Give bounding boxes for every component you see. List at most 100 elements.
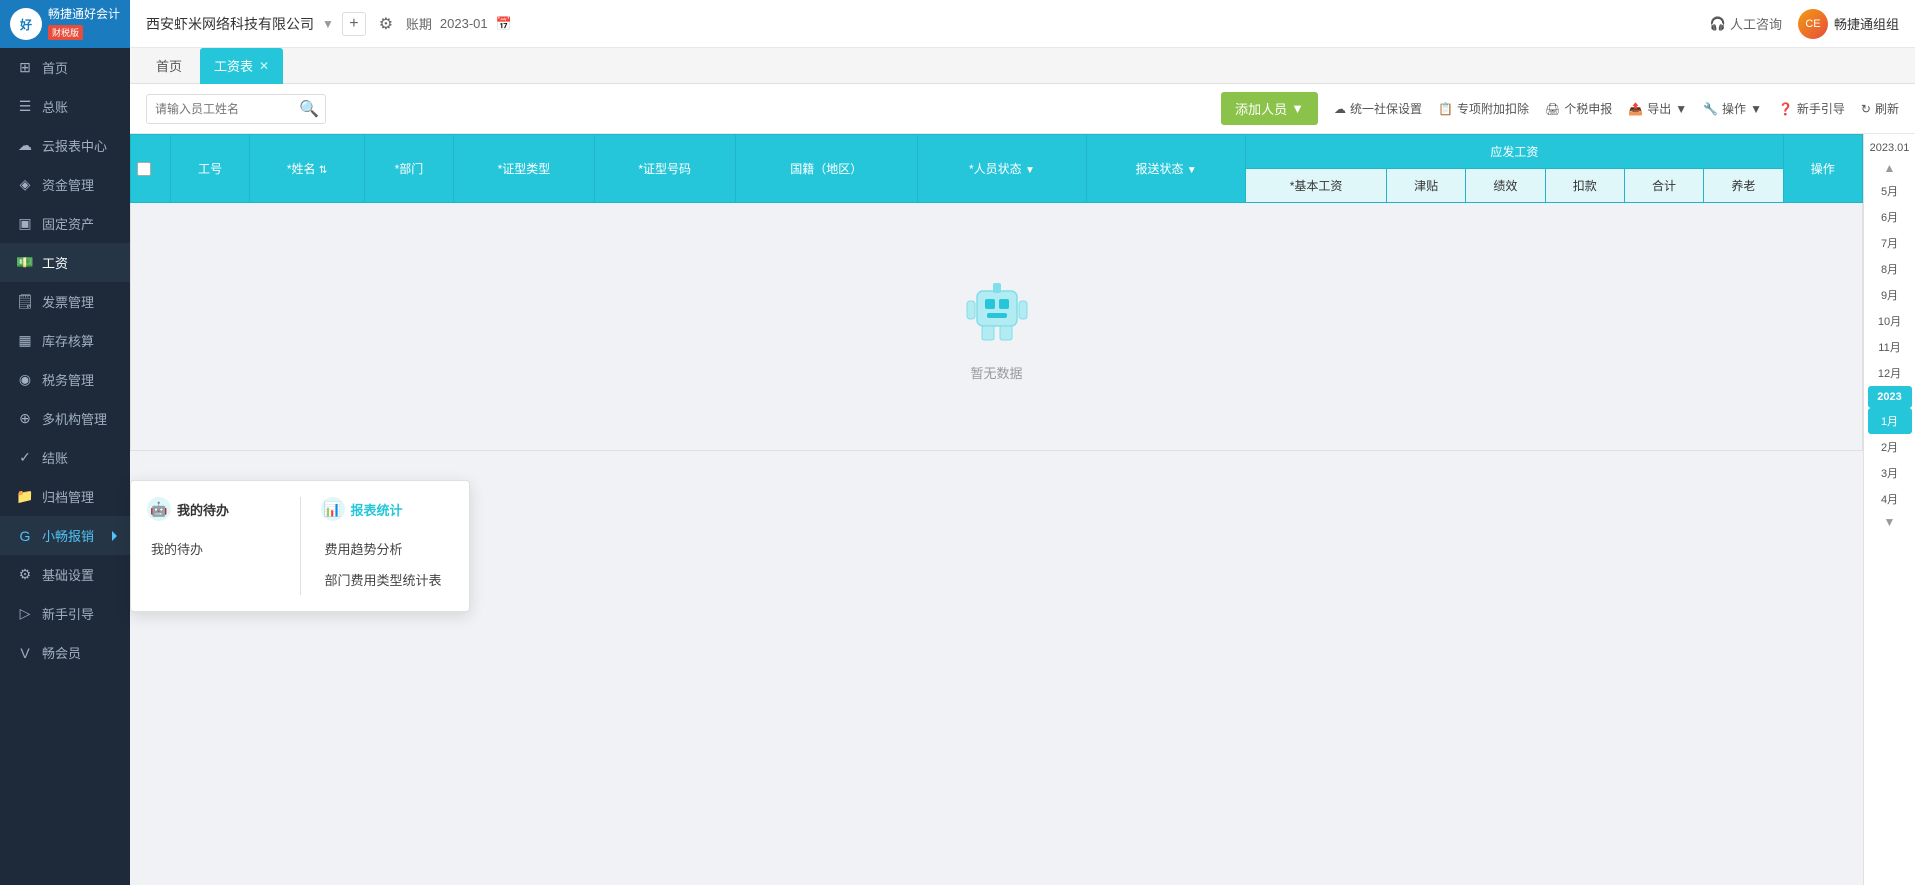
name-sort-icon[interactable]: ⇅ xyxy=(319,165,327,176)
invoice-icon: 🗒 xyxy=(16,293,34,310)
empty-text: 暂无数据 xyxy=(970,363,1022,382)
special-deduction-button[interactable]: 📋 专项附加扣除 xyxy=(1438,100,1529,117)
new-guide-toolbar-button[interactable]: ❓ 新手引导 xyxy=(1778,100,1845,117)
refresh-icon: ↻ xyxy=(1861,102,1871,116)
search-icon[interactable]: 🔍 xyxy=(299,99,319,119)
personnel-status-header: *人员状态 ▼ xyxy=(917,135,1086,203)
sidebar-item-xiaochang[interactable]: G 小畅报销 xyxy=(0,516,130,555)
sidebar-item-assets[interactable]: ▣ 固定资产 xyxy=(0,204,130,243)
individual-tax-icon: 🖨 xyxy=(1545,102,1560,116)
add-person-button[interactable]: 添加人员 ▼ xyxy=(1221,92,1318,125)
sidebar-item-basic-settings[interactable]: ⚙ 基础设置 xyxy=(0,555,130,594)
settlement-icon: ✓ xyxy=(16,449,34,466)
month-4[interactable]: 4月 xyxy=(1868,486,1912,512)
year-2023[interactable]: 2023 xyxy=(1868,386,1912,408)
popup-item-my-todo[interactable]: 我的待办 xyxy=(147,533,280,564)
year-label-top: 2023.01 xyxy=(1868,138,1912,158)
new-guide-toolbar-icon: ❓ xyxy=(1778,102,1793,116)
sidebar-item-member[interactable]: V 畅会员 xyxy=(0,633,130,672)
name-header: *姓名 ⇅ xyxy=(250,135,364,203)
popup-menu: 🤖 我的待办 我的待办 📊 报表统计 费用趋势分析 部门费用类型统计表 xyxy=(130,480,470,612)
popup-col-2: 📊 报表统计 费用趋势分析 部门费用类型统计表 xyxy=(321,497,454,595)
header-add-button[interactable]: + xyxy=(342,12,366,36)
sidebar-item-home[interactable]: ⊞ 首页 xyxy=(0,48,130,87)
operations-header: 操作 xyxy=(1783,135,1862,203)
sidebar-item-general-ledger[interactable]: ☰ 总账 xyxy=(0,87,130,126)
popup-item-expense-trend[interactable]: 费用趋势分析 xyxy=(321,533,454,564)
logo-icon: 好 xyxy=(10,8,42,40)
company-name: 西安虾米网络科技有限公司 xyxy=(146,14,314,34)
sidebar-logo: 好 畅捷通好会计 财税版 xyxy=(0,0,130,48)
month-8[interactable]: 8月 xyxy=(1868,256,1912,282)
month-7[interactable]: 7月 xyxy=(1868,230,1912,256)
personnel-filter-icon[interactable]: ▼ xyxy=(1025,165,1035,176)
id-number-header: *证型号码 xyxy=(594,135,735,203)
month-6[interactable]: 6月 xyxy=(1868,204,1912,230)
popup-col2-icon: 📊 xyxy=(321,497,345,521)
popup-col-1: 🤖 我的待办 我的待办 xyxy=(147,497,280,595)
tab-salary[interactable]: 工资表 ✕ xyxy=(200,48,283,84)
month-11[interactable]: 11月 xyxy=(1868,334,1912,360)
user-avatar: CE xyxy=(1798,9,1828,39)
sidebar-item-inventory[interactable]: ▦ 库存核算 xyxy=(0,321,130,360)
user-area[interactable]: CE 畅捷通组组 xyxy=(1798,9,1899,39)
month-5[interactable]: 5月 xyxy=(1868,178,1912,204)
search-input[interactable] xyxy=(155,102,295,116)
month-10[interactable]: 10月 xyxy=(1868,308,1912,334)
id-type-header: *证型类型 xyxy=(454,135,595,203)
pension-header: 养老 xyxy=(1704,169,1783,203)
base-salary-header: *基本工资 xyxy=(1246,169,1387,203)
service-button[interactable]: 🎧 人工咨询 xyxy=(1710,14,1782,33)
assets-icon: ▣ xyxy=(16,215,34,232)
tab-home[interactable]: 首页 xyxy=(142,48,196,84)
month-2[interactable]: 2月 xyxy=(1868,434,1912,460)
sidebar-item-cloud-report[interactable]: ☁ 云报表中心 xyxy=(0,126,130,165)
sidebar-item-archive[interactable]: 📁 归档管理 xyxy=(0,477,130,516)
multi-org-icon: ⊕ xyxy=(16,410,34,427)
department-header: *部门 xyxy=(364,135,453,203)
operations-button[interactable]: 🔧 操作 ▼ xyxy=(1703,100,1762,117)
header-settings-button[interactable]: ⚙ xyxy=(374,12,398,36)
header-right: 🎧 人工咨询 CE 畅捷通组组 xyxy=(1710,9,1899,39)
main-area: 西安虾米网络科技有限公司 ▼ + ⚙ 账期 2023-01 📅 🎧 人工咨询 C… xyxy=(130,0,1915,885)
operations-icon: 🔧 xyxy=(1703,102,1718,116)
search-box: 🔍 xyxy=(146,94,326,124)
month-9[interactable]: 9月 xyxy=(1868,282,1912,308)
toolbar: 🔍 添加人员 ▼ ☁ 统一社保设置 📋 专项附加扣除 🖨 个税申报 📤 导出 xyxy=(130,84,1915,134)
month-3[interactable]: 3月 xyxy=(1868,460,1912,486)
popup-item-expense-type[interactable]: 部门费用类型统计表 xyxy=(321,564,454,595)
refresh-button[interactable]: ↻ 刷新 xyxy=(1861,100,1899,117)
xiaochang-icon: G xyxy=(16,528,34,544)
sidebar-item-fund[interactable]: ◈ 资金管理 xyxy=(0,165,130,204)
select-all-checkbox[interactable] xyxy=(137,162,151,176)
individual-tax-button[interactable]: 🖨 个税申报 xyxy=(1545,100,1612,117)
export-dropdown-icon: ▼ xyxy=(1675,102,1687,116)
month-nav-down[interactable]: ▼ xyxy=(1875,512,1905,532)
sidebar-item-tax[interactable]: ◉ 税务管理 xyxy=(0,360,130,399)
salary-icon: 💵 xyxy=(16,254,34,271)
sidebar-item-salary[interactable]: 💵 工资 xyxy=(0,243,130,282)
sidebar-item-multi-org[interactable]: ⊕ 多机构管理 xyxy=(0,399,130,438)
report-filter-icon[interactable]: ▼ xyxy=(1187,165,1197,176)
company-dropdown-icon[interactable]: ▼ xyxy=(322,17,334,31)
headset-icon: 🎧 xyxy=(1710,16,1726,32)
sidebar-item-invoice[interactable]: 🗒 发票管理 xyxy=(0,282,130,321)
month-12[interactable]: 12月 xyxy=(1868,360,1912,386)
add-person-dropdown-icon: ▼ xyxy=(1291,101,1304,116)
salary-table: 工号 *姓名 ⇅ *部门 *证型类型 *证型号码 xyxy=(130,134,1863,451)
month-nav-up[interactable]: ▲ xyxy=(1875,158,1905,178)
member-icon: V xyxy=(16,645,34,661)
ledger-icon: ☰ xyxy=(16,98,34,115)
export-button[interactable]: 📤 导出 ▼ xyxy=(1628,100,1687,117)
calendar-icon[interactable]: 📅 xyxy=(496,16,512,32)
month-1[interactable]: 1月 xyxy=(1868,408,1912,434)
checkbox-header xyxy=(131,135,171,203)
unified-insurance-button[interactable]: ☁ 统一社保设置 xyxy=(1334,100,1422,117)
tab-close-salary[interactable]: ✕ xyxy=(259,59,269,73)
tab-bar: 首页 工资表 ✕ xyxy=(130,48,1915,84)
sidebar-item-settlement[interactable]: ✓ 结账 xyxy=(0,438,130,477)
logo-text: 畅捷通好会计 财税版 xyxy=(48,7,120,41)
sidebar-item-new-guide[interactable]: ▷ 新手引导 xyxy=(0,594,130,633)
empty-state: 暂无数据 xyxy=(137,211,1856,442)
top-header: 西安虾米网络科技有限公司 ▼ + ⚙ 账期 2023-01 📅 🎧 人工咨询 C… xyxy=(130,0,1915,48)
